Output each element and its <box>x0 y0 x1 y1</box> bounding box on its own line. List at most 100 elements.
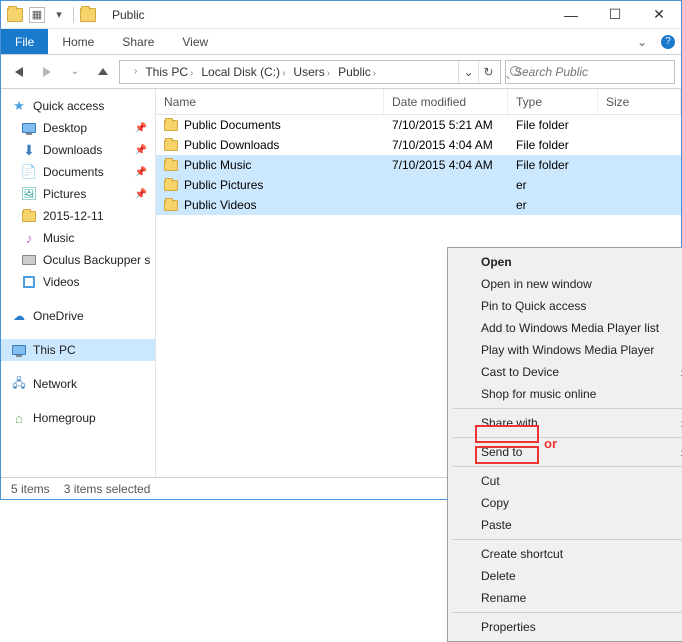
sidebar-label: Oculus Backupper s <box>43 253 150 267</box>
file-type: File folder <box>508 118 598 132</box>
breadcrumb[interactable]: Public› <box>334 65 380 79</box>
column-date[interactable]: Date modified <box>384 89 508 114</box>
help-button[interactable]: ? <box>655 29 681 54</box>
column-type[interactable]: Type <box>508 89 598 114</box>
menu-delete[interactable]: Delete <box>451 565 682 587</box>
tab-home[interactable]: Home <box>48 29 108 54</box>
forward-button[interactable] <box>35 60 59 84</box>
menu-add-wmp-list[interactable]: Add to Windows Media Player list <box>451 317 682 339</box>
breadcrumb[interactable]: This PC› <box>141 65 197 79</box>
ribbon-expand-icon[interactable]: ⌄ <box>629 29 655 54</box>
breadcrumb-label: Public <box>338 65 371 79</box>
file-row[interactable]: Public Music7/10/2015 4:04 AMFile folder <box>156 155 681 175</box>
file-name: Public Downloads <box>184 138 279 152</box>
qat-newfolder-icon[interactable]: ▾ <box>51 7 67 23</box>
sidebar-label: Pictures <box>43 187 86 201</box>
file-row[interactable]: Public Videoser <box>156 195 681 215</box>
sidebar-label: Music <box>43 231 74 245</box>
breadcrumb[interactable]: Users› <box>289 65 334 79</box>
sidebar-item-quick-access[interactable]: ★Quick access <box>1 95 155 117</box>
search-box[interactable] <box>505 60 675 84</box>
back-button[interactable] <box>7 60 31 84</box>
close-button[interactable]: ✕ <box>637 1 681 29</box>
file-type: File folder <box>508 158 598 172</box>
tab-share[interactable]: Share <box>108 29 168 54</box>
file-name: Public Pictures <box>184 178 263 192</box>
up-button[interactable] <box>91 60 115 84</box>
column-size[interactable]: Size <box>598 89 681 114</box>
refresh-button[interactable]: ↻ <box>478 61 498 83</box>
file-tab[interactable]: File <box>1 29 48 54</box>
sidebar-item-desktop[interactable]: Desktop📌 <box>1 117 155 139</box>
menu-open-new-window[interactable]: Open in new window <box>451 273 682 295</box>
column-name[interactable]: Name <box>156 89 384 114</box>
folder-icon <box>7 8 23 22</box>
column-headers: Name Date modified Type Size <box>156 89 681 115</box>
menu-cut[interactable]: Cut <box>451 470 682 492</box>
sidebar-item-folder[interactable]: 2015-12-11 <box>1 205 155 227</box>
annotation-or-label: or <box>544 436 557 451</box>
network-icon: 🖧 <box>11 376 27 392</box>
sidebar-item-videos[interactable]: Videos <box>1 271 155 293</box>
thispc-icon <box>11 342 27 358</box>
title-bar: ▦ ▾ Public — ☐ ✕ <box>1 1 681 29</box>
menu-create-shortcut[interactable]: Create shortcut <box>451 543 682 565</box>
menu-rename[interactable]: Rename <box>451 587 682 609</box>
menu-cast-to-device[interactable]: Cast to Device <box>451 361 682 383</box>
sidebar-item-music[interactable]: ♪Music <box>1 227 155 249</box>
file-date: 7/10/2015 4:04 AM <box>384 138 508 152</box>
window-controls: — ☐ ✕ <box>549 1 681 29</box>
menu-paste[interactable]: Paste <box>451 514 682 536</box>
file-type: er <box>508 198 598 212</box>
menu-separator <box>453 408 682 409</box>
search-input[interactable] <box>514 65 671 79</box>
menu-play-wmp[interactable]: Play with Windows Media Player <box>451 339 682 361</box>
menu-copy[interactable]: Copy <box>451 492 682 514</box>
folder-icon <box>164 180 178 191</box>
qat-properties-icon[interactable]: ▦ <box>29 7 45 23</box>
file-row[interactable]: Public Documents7/10/2015 5:21 AMFile fo… <box>156 115 681 135</box>
sidebar-label: 2015-12-11 <box>43 209 104 223</box>
maximize-button[interactable]: ☐ <box>593 1 637 29</box>
sidebar-item-onedrive[interactable]: ☁OneDrive <box>1 305 155 327</box>
sidebar-item-thispc[interactable]: This PC <box>1 339 155 361</box>
navigation-bar: ⌄ › This PC› Local Disk (C:)› Users› Pub… <box>1 55 681 89</box>
menu-shop-music[interactable]: Shop for music online <box>451 383 682 405</box>
file-name: Public Documents <box>184 118 281 132</box>
menu-share-with[interactable]: Share with <box>451 412 682 434</box>
file-row[interactable]: Public Downloads7/10/2015 4:04 AMFile fo… <box>156 135 681 155</box>
sidebar-label: Downloads <box>43 143 102 157</box>
tab-view[interactable]: View <box>168 29 222 54</box>
sidebar-item-network[interactable]: 🖧 Network <box>1 373 155 395</box>
file-list-area: Name Date modified Type Size Public Docu… <box>156 89 681 477</box>
sidebar-item-homegroup[interactable]: ⌂Homegroup <box>1 407 155 429</box>
menu-open[interactable]: Open <box>451 251 682 273</box>
sidebar-item-drive[interactable]: Oculus Backupper s <box>1 249 155 271</box>
context-menu: Open Open in new window Pin to Quick acc… <box>447 247 682 642</box>
address-bar[interactable]: › This PC› Local Disk (C:)› Users› Publi… <box>119 60 501 84</box>
menu-send-to[interactable]: Send to <box>451 441 682 463</box>
breadcrumb[interactable]: Local Disk (C:)› <box>197 65 289 79</box>
recent-locations-button[interactable]: ⌄ <box>63 60 87 84</box>
menu-label: Open <box>481 255 512 269</box>
quick-access-toolbar: ▦ ▾ Public <box>1 7 145 23</box>
menu-separator <box>453 466 682 467</box>
pin-icon: 📌 <box>135 123 147 134</box>
sidebar-item-pictures[interactable]: 🖼Pictures📌 <box>1 183 155 205</box>
arrow-right-icon <box>43 67 51 77</box>
sidebar-label: Network <box>33 377 77 391</box>
arrow-up-icon <box>98 68 108 75</box>
sidebar-item-documents[interactable]: 📄Documents📌 <box>1 161 155 183</box>
menu-pin-quick-access[interactable]: Pin to Quick access <box>451 295 682 317</box>
file-type: er <box>508 178 598 192</box>
navigation-pane: ★Quick access Desktop📌 ⬇Downloads📌 📄Docu… <box>1 89 156 477</box>
file-row[interactable]: Public Pictures er <box>156 175 681 195</box>
drive-icon <box>21 252 37 268</box>
menu-properties[interactable]: Properties <box>451 616 682 638</box>
pictures-icon: 🖼 <box>21 186 37 202</box>
minimize-button[interactable]: — <box>549 1 593 29</box>
breadcrumb[interactable]: › <box>130 66 141 77</box>
address-dropdown-icon[interactable]: ⌄ <box>458 61 478 83</box>
star-icon: ★ <box>11 98 27 114</box>
sidebar-item-downloads[interactable]: ⬇Downloads📌 <box>1 139 155 161</box>
